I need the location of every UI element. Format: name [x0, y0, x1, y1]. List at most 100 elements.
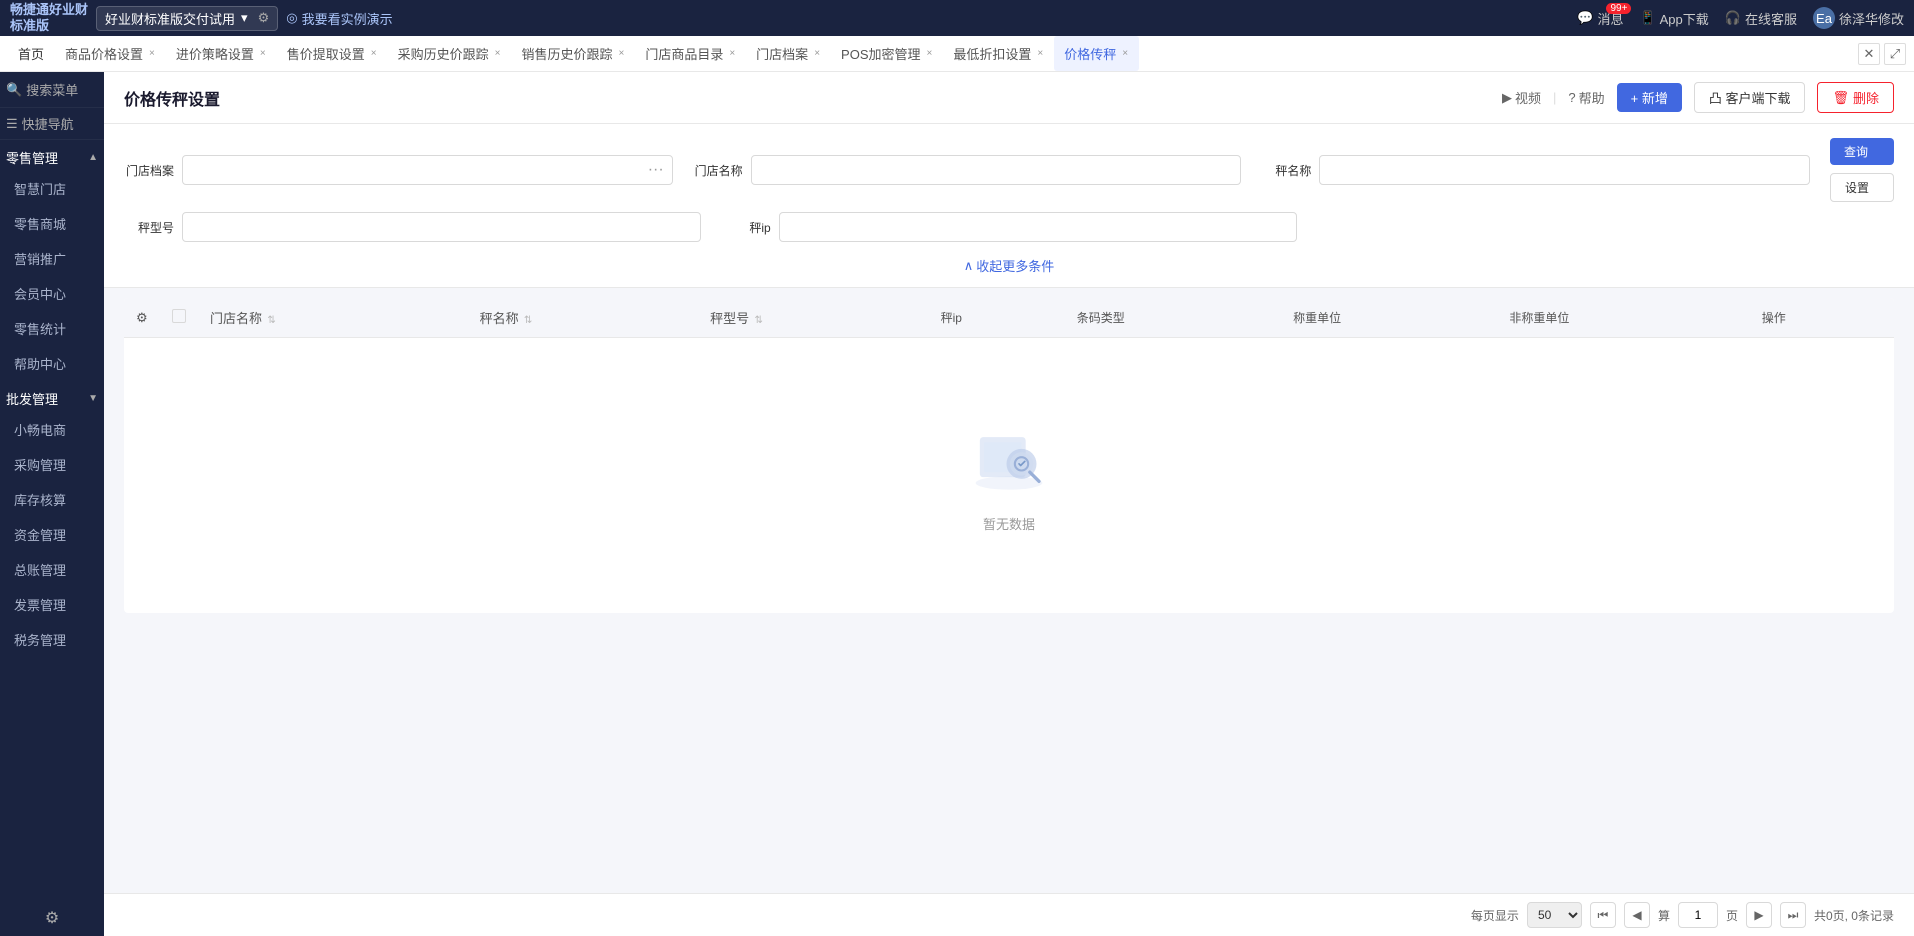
filter-scale-model-input[interactable]: [182, 212, 701, 242]
tab-close-price-scale[interactable]: ×: [1122, 48, 1128, 59]
sidebar-section-wholesale[interactable]: 批发管理 ▼: [0, 381, 104, 412]
empty-row: 暂无数据: [124, 338, 1894, 614]
tab-pos-mgmt[interactable]: POS加密管理 ×: [831, 36, 943, 71]
sidebar-item-marketing[interactable]: 营销推广: [0, 241, 104, 276]
eye-icon: ◎: [286, 10, 297, 26]
filter-store-profile-input[interactable]: ···: [182, 155, 673, 185]
delete-button[interactable]: 🗑 删除: [1817, 82, 1894, 113]
sidebar-item-general-ledger[interactable]: 总账管理: [0, 552, 104, 587]
avatar: Ea: [1813, 7, 1835, 29]
tab-close-all-button[interactable]: ✕: [1858, 43, 1880, 65]
tab-purchase-strategy[interactable]: 进价策略设置 ×: [166, 36, 277, 71]
sort-store-name-icon[interactable]: ⇅: [267, 315, 275, 326]
online-service-button[interactable]: 🎧 在线客服: [1725, 9, 1797, 28]
tab-price-setting[interactable]: 商品价格设置 ×: [55, 36, 166, 71]
filter-row-1: 门店档案 ··· 门店名称 秤名称 查询 设置: [124, 138, 1894, 202]
tab-sale-history[interactable]: 销售历史价跟踪 ×: [511, 36, 635, 71]
sidebar-quick-nav[interactable]: ☰ 快捷导航: [0, 108, 104, 140]
setup-button[interactable]: 设置: [1830, 173, 1894, 202]
sidebar-section-retail[interactable]: 零售管理 ▲: [0, 140, 104, 171]
tab-close-price-setting[interactable]: ×: [149, 48, 155, 59]
tab-sale-fetch[interactable]: 售价提取设置 ×: [277, 36, 388, 71]
th-gear[interactable]: ⚙: [124, 298, 160, 338]
page-label: 算: [1658, 907, 1670, 924]
table-gear-icon[interactable]: ⚙: [136, 310, 148, 325]
user-area[interactable]: Ea 徐泽华修改: [1813, 7, 1904, 29]
tab-close-min-discount[interactable]: ×: [1037, 48, 1043, 59]
headset-icon: 🎧: [1725, 10, 1741, 26]
th-check[interactable]: [160, 298, 198, 338]
sidebar-item-invoice[interactable]: 发票管理: [0, 587, 104, 622]
tab-home[interactable]: 首页: [8, 36, 55, 71]
tab-store-profile[interactable]: 门店档案 ×: [746, 36, 831, 71]
tab-close-store-catalog[interactable]: ×: [729, 48, 735, 59]
per-page-select[interactable]: 50 100 200: [1527, 902, 1582, 928]
message-button[interactable]: 💬 消息 99+: [1577, 9, 1623, 28]
tab-min-discount[interactable]: 最低折扣设置 ×: [943, 36, 1054, 71]
sidebar-item-retail-mall[interactable]: 零售商城: [0, 206, 104, 241]
tab-purchase-history[interactable]: 采购历史价跟踪 ×: [388, 36, 512, 71]
sidebar-search[interactable]: 🔍 搜索菜单: [0, 72, 104, 108]
last-page-button[interactable]: ⏭: [1780, 902, 1806, 928]
help-icon: ?: [1568, 90, 1575, 105]
sidebar-item-xiao-dian[interactable]: 小畅电商: [0, 412, 104, 447]
sidebar-item-finance[interactable]: 资金管理: [0, 517, 104, 552]
table-body: 暂无数据: [124, 338, 1894, 614]
filter-scale-ip-input[interactable]: [779, 212, 1298, 242]
pagination-bar: 每页显示 50 100 200 ⏮ ◀ 算 页 ▶ ⏭ 共0页, 0条记录: [104, 893, 1914, 936]
search-icon: 🔍: [6, 82, 22, 98]
filter-scale-name-input[interactable]: [1319, 155, 1810, 185]
tab-close-pos-mgmt[interactable]: ×: [927, 48, 933, 59]
sidebar-bottom: ⚙: [0, 900, 104, 936]
tab-price-scale[interactable]: 价格传秤 ×: [1054, 36, 1139, 71]
tab-close-purchase-strategy[interactable]: ×: [260, 48, 266, 59]
chevron-up-icon: ∧: [964, 258, 974, 274]
sort-scale-model-icon[interactable]: ⇅: [754, 315, 762, 326]
query-button[interactable]: 查询: [1830, 138, 1894, 165]
sort-scale-name-icon[interactable]: ⇅: [524, 315, 532, 326]
add-button[interactable]: + 新增: [1617, 83, 1682, 112]
sidebar-item-smart-store[interactable]: 智慧门店: [0, 171, 104, 206]
ellipsis-icon[interactable]: ···: [648, 161, 664, 179]
app-download-button[interactable]: 📱 App下载: [1639, 9, 1708, 28]
tab-close-sale-fetch[interactable]: ×: [371, 48, 377, 59]
app-logo: 畅捷通好业财 标准版: [10, 2, 88, 33]
table-header-row: ⚙ 门店名称 ⇅ 秤名称 ⇅: [124, 298, 1894, 338]
demo-link[interactable]: ◎ 我要看实例演示: [286, 9, 392, 28]
filter-scale-model-label: 秤型号: [124, 219, 174, 236]
page-header: 价格传秤设置 ▶ 视频 | ? 帮助 + 新增 凸 客户端下载 🗑: [104, 72, 1914, 124]
delete-icon: 🗑: [1832, 90, 1849, 106]
sidebar-item-help[interactable]: 帮助中心: [0, 346, 104, 381]
settings-icon[interactable]: ⚙: [258, 10, 270, 26]
th-store-name: 门店名称 ⇅: [198, 298, 468, 338]
select-all-checkbox[interactable]: [172, 309, 186, 323]
tab-close-sale-history[interactable]: ×: [618, 48, 624, 59]
product-name-label: 好业财标准版交付试用: [105, 9, 235, 28]
page-go-label: 页: [1726, 907, 1738, 924]
tab-bar-actions: ✕ ⤢: [1858, 43, 1906, 65]
sidebar-item-member[interactable]: 会员中心: [0, 276, 104, 311]
video-link[interactable]: ▶ 视频: [1502, 88, 1541, 107]
tab-close-purchase-history[interactable]: ×: [495, 48, 501, 59]
collapse-button[interactable]: ∧ 收起更多条件: [964, 256, 1055, 275]
sidebar-item-purchase[interactable]: 采购管理: [0, 447, 104, 482]
sidebar-item-retail-stats[interactable]: 零售统计: [0, 311, 104, 346]
product-selector[interactable]: 好业财标准版交付试用 ▾ ⚙: [96, 6, 278, 31]
first-page-button[interactable]: ⏮: [1590, 902, 1616, 928]
chevron-down-icon: ▾: [241, 10, 248, 26]
tab-expand-button[interactable]: ⤢: [1884, 43, 1906, 65]
sidebar-item-inventory[interactable]: 库存核算: [0, 482, 104, 517]
tab-close-store-profile[interactable]: ×: [814, 48, 820, 59]
chevron-up-icon: ▲: [88, 152, 98, 163]
page-number-input[interactable]: [1678, 902, 1718, 928]
prev-page-button[interactable]: ◀: [1624, 902, 1650, 928]
sidebar-gear-icon[interactable]: ⚙: [45, 908, 59, 928]
filter-store-name-input[interactable]: [751, 155, 1242, 185]
next-page-button[interactable]: ▶: [1746, 902, 1772, 928]
help-link[interactable]: ? 帮助: [1568, 88, 1604, 107]
th-scale-model: 秤型号 ⇅: [698, 298, 929, 338]
download-button[interactable]: 凸 客户端下载: [1694, 82, 1806, 113]
sidebar-item-tax[interactable]: 税务管理: [0, 622, 104, 657]
tab-store-catalog[interactable]: 门店商品目录 ×: [635, 36, 746, 71]
filter-scale-ip: 秤ip: [721, 212, 1298, 242]
